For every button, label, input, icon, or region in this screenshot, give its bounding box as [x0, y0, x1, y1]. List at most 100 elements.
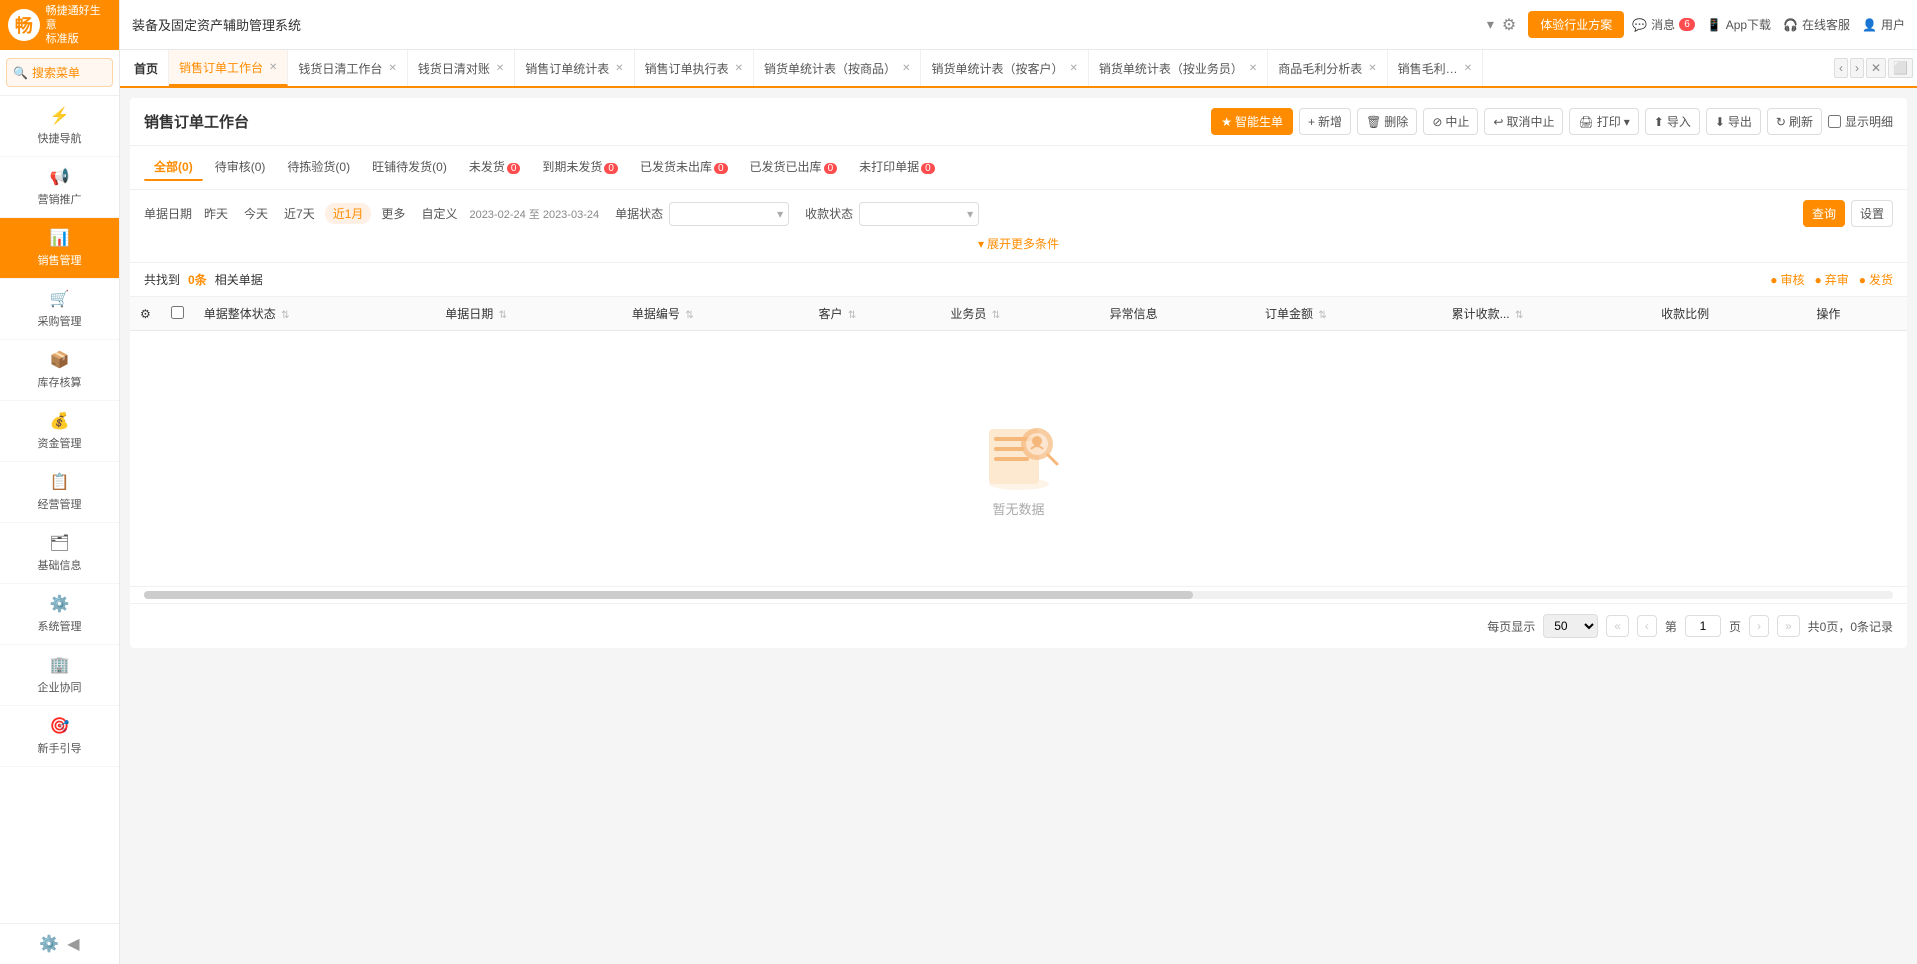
refresh-btn[interactable]: ↻ 刷新: [1767, 108, 1822, 135]
tab-close-cash-reconcile[interactable]: ✕: [496, 63, 504, 74]
tab-close-sales-exec[interactable]: ✕: [735, 63, 743, 74]
tab-close-sales-extra[interactable]: ✕: [1464, 63, 1472, 74]
ship-action-btn[interactable]: ● 发货: [1859, 271, 1893, 288]
tab-sales-exec[interactable]: 销售订单执行表 ✕: [635, 50, 754, 86]
filter-tab-pending-review[interactable]: 待审核(0): [205, 154, 276, 181]
sidebar-item-guide[interactable]: 🎯 新手引导: [0, 706, 119, 767]
expand-conditions-btn[interactable]: ▾ 展开更多条件: [978, 235, 1059, 252]
tab-sales-by-staff[interactable]: 销货单统计表（按业务员） ✕: [1089, 50, 1268, 86]
tabs-prev-btn[interactable]: ‹: [1834, 58, 1848, 78]
select-all-checkbox[interactable]: [171, 306, 184, 319]
th-checkbox[interactable]: [161, 297, 194, 331]
message-btn[interactable]: 💬 消息 6: [1632, 16, 1695, 33]
tab-sales-extra[interactable]: 销售毛利… ✕: [1388, 50, 1483, 86]
sort-date-icon[interactable]: ⇅: [499, 310, 507, 321]
per-page-select[interactable]: 50 10 20 100: [1543, 614, 1598, 638]
filter-status-select[interactable]: [669, 202, 789, 226]
sort-amount-icon[interactable]: ⇅: [1318, 310, 1326, 321]
sidebar-item-company[interactable]: 🏢 企业协同: [0, 645, 119, 706]
sort-status-icon[interactable]: ⇅: [281, 310, 289, 321]
search-menu-button[interactable]: 🔍 搜索菜单: [6, 58, 113, 87]
show-detail-checkbox[interactable]: [1828, 115, 1841, 128]
topbar-dropdown-icon[interactable]: ▾: [1487, 16, 1494, 33]
app-download-btn[interactable]: 📱 App下载: [1707, 16, 1771, 33]
tab-home[interactable]: 首页: [124, 50, 169, 86]
sort-number-icon[interactable]: ⇅: [685, 310, 693, 321]
filter-tab-wangpu[interactable]: 旺铺待发货(0): [362, 154, 457, 181]
tab-gross-profit[interactable]: 商品毛利分析表 ✕: [1268, 50, 1387, 86]
sidebar-item-sysmgmt[interactable]: ⚙️ 系统管理: [0, 584, 119, 645]
filter-tab-not-shipped[interactable]: 未发货0: [459, 154, 531, 181]
sidebar-item-ops[interactable]: 📋 经营管理: [0, 462, 119, 523]
tab-sales-workbench[interactable]: 销售订单工作台 ✕: [169, 50, 288, 86]
tab-close-sales-stats[interactable]: ✕: [615, 63, 623, 74]
date-btn-more[interactable]: 更多: [375, 203, 411, 224]
tab-close-sales-workbench[interactable]: ✕: [269, 62, 277, 73]
sort-staff-icon[interactable]: ⇅: [992, 310, 1000, 321]
tabs-close-all-btn[interactable]: ✕: [1866, 58, 1886, 78]
sidebar-item-baseinfo[interactable]: 🗂 基础信息: [0, 523, 119, 584]
filter-tab-all[interactable]: 全部(0): [144, 154, 203, 181]
sidebar-settings-icon[interactable]: ⚙️: [39, 934, 59, 954]
sidebar-item-inventory[interactable]: 📦 库存核算: [0, 340, 119, 401]
show-detail-label[interactable]: 显示明细: [1828, 113, 1893, 130]
date-btn-7days[interactable]: 近7天: [278, 203, 321, 224]
horizontal-scrollbar[interactable]: [144, 591, 1893, 599]
filter-tab-not-printed[interactable]: 未打印单据0: [849, 154, 945, 181]
online-service-btn[interactable]: 🎧 在线客服: [1783, 16, 1850, 33]
th-number: 单据编号 ⇅: [622, 297, 809, 331]
next-page-btn[interactable]: ›: [1749, 615, 1769, 637]
filter-tab-shipped-out[interactable]: 已发货已出库0: [740, 154, 848, 181]
tab-cash-reconcile[interactable]: 钱货日清对账 ✕: [408, 50, 515, 86]
date-btn-yesterday[interactable]: 昨天: [198, 203, 234, 224]
sidebar-item-quicknav[interactable]: ⚡ 快捷导航: [0, 96, 119, 157]
first-page-btn[interactable]: «: [1606, 615, 1629, 637]
sidebar-item-sales[interactable]: 📊 销售管理: [0, 218, 119, 279]
tabs-maximize-btn[interactable]: ⬜: [1888, 58, 1913, 78]
tab-close-sales-by-customer[interactable]: ✕: [1069, 63, 1077, 74]
import-btn[interactable]: ⬆ 导入: [1645, 108, 1700, 135]
prev-page-btn[interactable]: ‹: [1637, 615, 1657, 637]
sort-customer-icon[interactable]: ⇅: [848, 310, 856, 321]
filter-reset-btn[interactable]: 设置: [1851, 200, 1893, 227]
filter-payment-select[interactable]: [859, 202, 979, 226]
filter-row-1: 单据日期 昨天 今天 近7天 近1月 更多 自定义 2023-02-24 至 2…: [144, 200, 1893, 227]
sidebar-item-marketing[interactable]: 📢 营销推广: [0, 157, 119, 218]
export-btn[interactable]: ⬇ 导出: [1706, 108, 1761, 135]
smart-create-btn[interactable]: ★ 智能生单: [1211, 108, 1293, 135]
cancel-review-action-btn[interactable]: ● 弃审: [1814, 271, 1848, 288]
date-btn-today[interactable]: 今天: [238, 203, 274, 224]
delete-btn[interactable]: 🗑 删除: [1357, 108, 1417, 135]
date-btn-custom[interactable]: 自定义: [415, 203, 463, 224]
th-config[interactable]: ⚙: [130, 297, 161, 331]
industry-btn[interactable]: 体验行业方案: [1528, 11, 1624, 38]
sort-received-icon[interactable]: ⇅: [1515, 310, 1523, 321]
cancel-stop-btn[interactable]: ↩ 取消中止: [1484, 108, 1563, 135]
page-input[interactable]: [1685, 615, 1721, 637]
filter-search-btn[interactable]: 查询: [1803, 200, 1845, 227]
tabs-next-btn[interactable]: ›: [1850, 58, 1864, 78]
tab-close-sales-by-staff[interactable]: ✕: [1249, 63, 1257, 74]
tab-close-sales-by-product[interactable]: ✕: [902, 63, 910, 74]
filter-tab-overdue[interactable]: 到期未发货0: [532, 154, 628, 181]
tab-sales-by-customer[interactable]: 销货单统计表（按客户） ✕: [921, 50, 1088, 86]
tab-close-cash-daily[interactable]: ✕: [388, 63, 396, 74]
date-btn-1month[interactable]: 近1月: [325, 203, 372, 224]
topbar-settings-icon[interactable]: ⚙: [1502, 15, 1516, 35]
filter-tab-pending-check[interactable]: 待拣验货(0): [277, 154, 360, 181]
print-btn[interactable]: 🖨 打印 ▾: [1569, 108, 1638, 135]
tab-sales-stats[interactable]: 销售订单统计表 ✕: [515, 50, 634, 86]
tab-close-gross-profit[interactable]: ✕: [1368, 63, 1376, 74]
stop-btn[interactable]: ⊘ 中止: [1423, 108, 1478, 135]
sidebar-item-purchase[interactable]: 🛒 采购管理: [0, 279, 119, 340]
scrollbar-thumb[interactable]: [144, 591, 1193, 599]
sidebar-item-finance[interactable]: 💰 资金管理: [0, 401, 119, 462]
sidebar-collapse-icon[interactable]: ◀: [67, 934, 79, 954]
add-btn[interactable]: + 新增: [1299, 108, 1351, 135]
review-action-btn[interactable]: ● 审核: [1770, 271, 1804, 288]
tab-cash-daily[interactable]: 钱货日清工作台 ✕: [288, 50, 407, 86]
tab-sales-by-product[interactable]: 销货单统计表（按商品） ✕: [754, 50, 921, 86]
user-menu[interactable]: 👤 用户: [1862, 16, 1905, 33]
filter-tab-shipped-not-out[interactable]: 已发货未出库0: [630, 154, 738, 181]
last-page-btn[interactable]: »: [1777, 615, 1800, 637]
